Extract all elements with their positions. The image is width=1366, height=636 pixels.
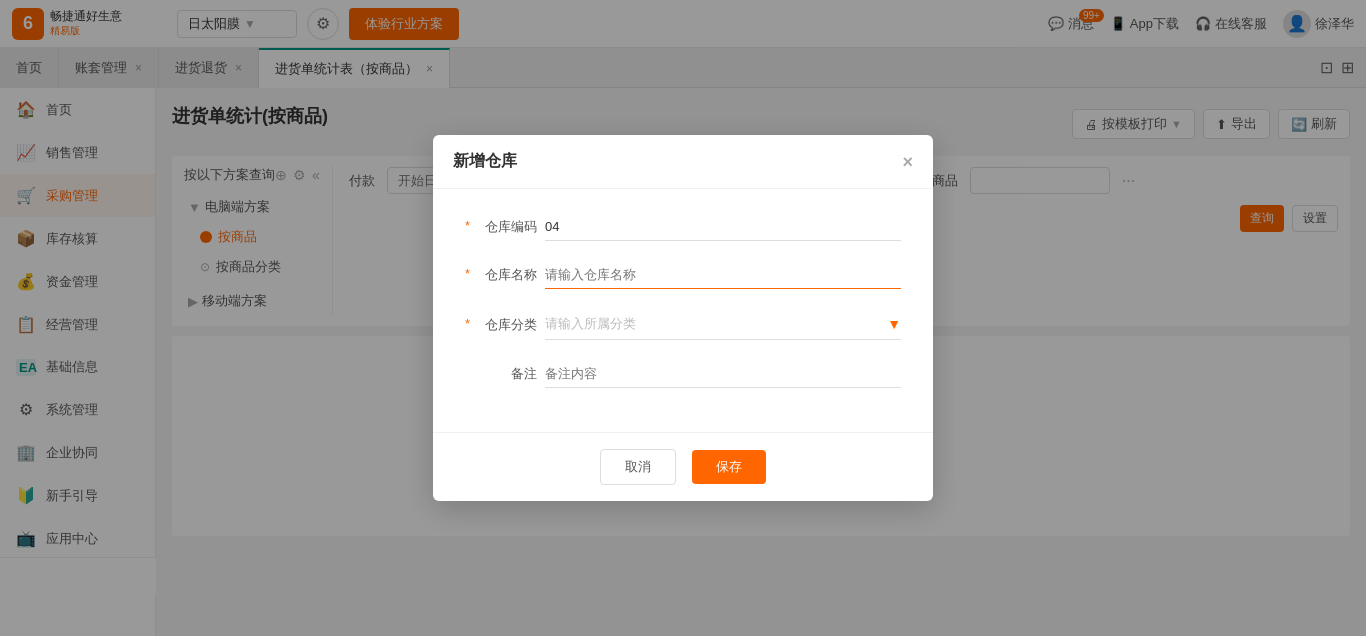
cancel-button[interactable]: 取消	[600, 449, 676, 485]
form-row-category: 仓库分类 请输入所属分类 ▼	[465, 309, 901, 340]
form-row-note: 备注	[465, 360, 901, 388]
save-button[interactable]: 保存	[692, 450, 766, 484]
category-label: 仓库分类	[465, 316, 545, 334]
code-label: 仓库编码	[465, 218, 545, 236]
modal-close-button[interactable]: ×	[902, 153, 913, 171]
modal-backdrop: 新增仓库 × 仓库编码 仓库名称 仓库分类 请输入所属分类 ▼	[0, 0, 1366, 636]
name-label: 仓库名称	[465, 266, 545, 284]
note-input[interactable]	[545, 360, 901, 388]
modal-body: 仓库编码 仓库名称 仓库分类 请输入所属分类 ▼ 备注	[433, 189, 933, 432]
code-input[interactable]	[545, 213, 901, 241]
add-warehouse-modal: 新增仓库 × 仓库编码 仓库名称 仓库分类 请输入所属分类 ▼	[433, 135, 933, 501]
modal-title: 新增仓库	[453, 151, 517, 172]
category-placeholder: 请输入所属分类	[545, 315, 636, 333]
category-chevron-icon: ▼	[887, 316, 901, 332]
form-row-name: 仓库名称	[465, 261, 901, 289]
modal-footer: 取消 保存	[433, 432, 933, 501]
name-input[interactable]	[545, 261, 901, 289]
modal-header: 新增仓库 ×	[433, 135, 933, 189]
category-select[interactable]: 请输入所属分类 ▼	[545, 309, 901, 340]
form-row-code: 仓库编码	[465, 213, 901, 241]
note-label: 备注	[465, 365, 545, 383]
